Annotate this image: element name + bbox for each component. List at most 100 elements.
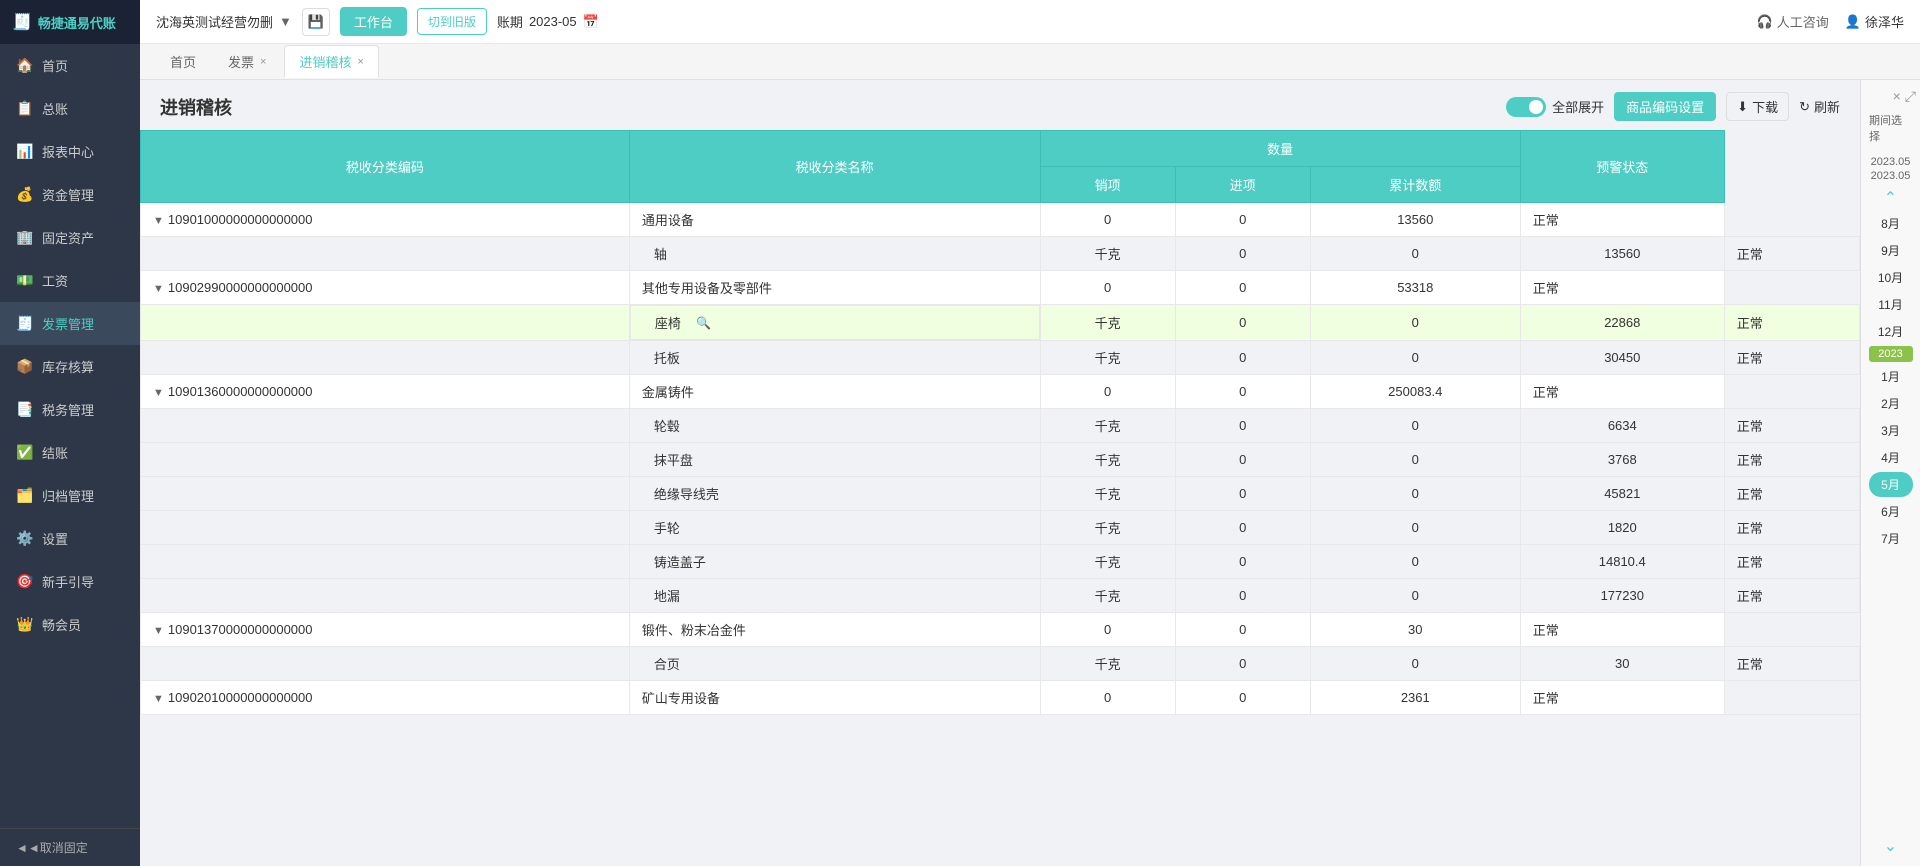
month-item[interactable]: 7月 [1869, 526, 1913, 551]
panel-expand-button[interactable]: ⤢ [1905, 88, 1916, 108]
table-row[interactable]: 合页 千克 0 0 30 正常 [141, 647, 1860, 681]
sidebar-item-guide[interactable]: 🎯 新手引导 [0, 560, 140, 603]
month-item[interactable]: 11月 [1869, 292, 1913, 317]
cell-sales: 0 [1175, 511, 1310, 545]
sidebar-item-assets[interactable]: 🏢 固定资产 [0, 216, 140, 259]
topbar: 沈海英测试经营勿删 ▼ 💾 工作台 切到旧版 账期 2023-05 📅 🎧 人工… [140, 0, 1920, 44]
sidebar-item-archive[interactable]: 🗂️ 归档管理 [0, 474, 140, 517]
search-icon[interactable]: 🔍 [696, 316, 711, 330]
cell-purchases: 0 [1175, 271, 1310, 305]
sidebar-item-tax[interactable]: 📑 税务管理 [0, 388, 140, 431]
period-year2: 2023.05 [1871, 170, 1911, 182]
table-row[interactable]: ▼10901000000000000000 通用设备 0 0 13560 正常 [141, 203, 1860, 237]
cell-total: 22868 [1520, 305, 1724, 341]
sidebar-item-settlement[interactable]: ✅ 结账 [0, 431, 140, 474]
cell-name: 铸造盖子 [629, 545, 1040, 579]
tab-home[interactable]: 首页 [156, 46, 210, 77]
user-menu[interactable]: 👤 徐泽华 [1845, 12, 1904, 31]
unpin-label: ◄◄取消固定 [16, 839, 88, 856]
settlement-icon: ✅ [16, 444, 34, 461]
table-row[interactable]: 轴 千克 0 0 13560 正常 [141, 237, 1860, 271]
table-row[interactable]: 铸造盖子 千克 0 0 14810.4 正常 [141, 545, 1860, 579]
archive-icon: 🗂️ [16, 487, 34, 504]
sidebar-item-reports[interactable]: 📊 报表中心 [0, 130, 140, 173]
cell-code: ▼10901360000000000000 [141, 375, 630, 409]
tab-invoice[interactable]: 发票 × [214, 46, 280, 77]
sidebar-item-funds[interactable]: 💰 资金管理 [0, 173, 140, 216]
sidebar-item-wages[interactable]: 💵 工资 [0, 259, 140, 302]
tab-invoice-close[interactable]: × [260, 56, 266, 68]
sidebar-item-settings[interactable]: ⚙️ 设置 [0, 517, 140, 560]
tab-reconcile-close[interactable]: × [357, 56, 363, 68]
table-row[interactable]: 轮毂 千克 0 0 6634 正常 [141, 409, 1860, 443]
table-row[interactable]: 座椅 🔍 千克 0 0 22868 正常 [141, 305, 1860, 341]
cell-status: 正常 [1724, 443, 1859, 477]
cell-code [141, 511, 630, 545]
month-item[interactable]: 4月 [1869, 445, 1913, 470]
table-row[interactable]: ▼10901370000000000000 锻件、粉末冶金件 0 0 30 正常 [141, 613, 1860, 647]
period-selector[interactable]: 账期 2023-05 📅 [497, 12, 599, 31]
month-item[interactable]: 2月 [1869, 391, 1913, 416]
table-row[interactable]: 地漏 千克 0 0 177230 正常 [141, 579, 1860, 613]
sidebar-item-member[interactable]: 👑 畅会员 [0, 603, 140, 646]
period-year1: 2023.05 [1871, 156, 1911, 168]
period-down-arrow[interactable]: ⌄ [1882, 834, 1899, 858]
cell-name: 手轮 [629, 511, 1040, 545]
tab-reconcile[interactable]: 进销稽核 × [284, 45, 378, 78]
table-row[interactable]: ▼10902010000000000000 矿山专用设备 0 0 2361 正常 [141, 681, 1860, 715]
table-row[interactable]: 抹平盘 千克 0 0 3768 正常 [141, 443, 1860, 477]
month-item[interactable]: 6月 [1869, 499, 1913, 524]
unpin-button[interactable]: ◄◄取消固定 [0, 828, 140, 866]
sidebar-item-invoice[interactable]: 🧾 发票管理 [0, 302, 140, 345]
company-selector[interactable]: 沈海英测试经营勿删 ▼ [156, 12, 292, 31]
collapse-icon: ▼ [153, 215, 164, 227]
month-item[interactable]: 1月 [1869, 364, 1913, 389]
refresh-button[interactable]: ↻ 刷新 [1799, 97, 1840, 116]
table-row[interactable]: 绝缘导线壳 千克 0 0 45821 正常 [141, 477, 1860, 511]
support-button[interactable]: 🎧 人工咨询 [1757, 12, 1829, 31]
content-actions: 全部展开 商品编码设置 ⬇ 下载 ↻ 刷新 [1506, 92, 1840, 121]
month-item[interactable]: 5月 [1869, 472, 1913, 497]
cell-code [141, 579, 630, 613]
switch-version-button[interactable]: 切到旧版 [417, 8, 487, 35]
product-code-button[interactable]: 商品编码设置 [1614, 92, 1716, 121]
sidebar-label-settlement: 结账 [42, 443, 68, 462]
download-button[interactable]: ⬇ 下载 [1726, 92, 1789, 121]
cell-name: 座椅 🔍 [630, 305, 1040, 340]
month-item[interactable]: 10月 [1869, 265, 1913, 290]
cell-unit: 千克 [1040, 237, 1175, 271]
expand-switch[interactable] [1506, 97, 1546, 117]
period-panel-title: 期间选择 [1861, 108, 1920, 148]
cell-purchases: 0 [1310, 545, 1520, 579]
cell-code [141, 237, 630, 271]
month-item[interactable]: 8月 [1869, 211, 1913, 236]
cell-code: ▼10902010000000000000 [141, 681, 630, 715]
panel-close-button[interactable]: × [1893, 88, 1901, 104]
sidebar-item-ledger[interactable]: 📋 总账 [0, 87, 140, 130]
cell-purchases: 0 [1175, 203, 1310, 237]
month-item[interactable]: 12月 [1869, 319, 1913, 344]
month-item[interactable]: 3月 [1869, 418, 1913, 443]
cell-status: 正常 [1724, 545, 1859, 579]
month-item[interactable]: 9月 [1869, 238, 1913, 263]
headset-icon: 🎧 [1757, 14, 1773, 30]
sidebar-label-invoice: 发票管理 [42, 314, 94, 333]
col-tax-code: 税收分类编码 [141, 131, 630, 203]
sidebar-item-inventory[interactable]: 📦 库存核算 [0, 345, 140, 388]
table-row[interactable]: 托板 千克 0 0 30450 正常 [141, 341, 1860, 375]
table-row[interactable]: 手轮 千克 0 0 1820 正常 [141, 511, 1860, 545]
data-table-container: 税收分类编码 税收分类名称 数量 预警状态 销项 进项 累计数额 [140, 130, 1860, 866]
save-button[interactable]: 💾 [302, 8, 330, 36]
workbench-button[interactable]: 工作台 [340, 7, 407, 36]
assets-icon: 🏢 [16, 229, 34, 246]
month-item[interactable]: 2023 [1869, 346, 1913, 362]
sidebar-item-home[interactable]: 🏠 首页 [0, 44, 140, 87]
cell-total: 13560 [1310, 203, 1520, 237]
table-row[interactable]: ▼10902990000000000000 其他专用设备及零部件 0 0 533… [141, 271, 1860, 305]
table-row[interactable]: ▼10901360000000000000 金属铸件 0 0 250083.4 … [141, 375, 1860, 409]
inventory-icon: 📦 [16, 358, 34, 375]
period-up-arrow[interactable]: ⌃ [1882, 186, 1899, 210]
expand-toggle[interactable]: 全部展开 [1506, 97, 1604, 117]
content-main: 进销稽核 全部展开 商品编码设置 ⬇ 下载 ↻ 刷新 [140, 80, 1920, 866]
cell-name: 锻件、粉末冶金件 [629, 613, 1040, 647]
